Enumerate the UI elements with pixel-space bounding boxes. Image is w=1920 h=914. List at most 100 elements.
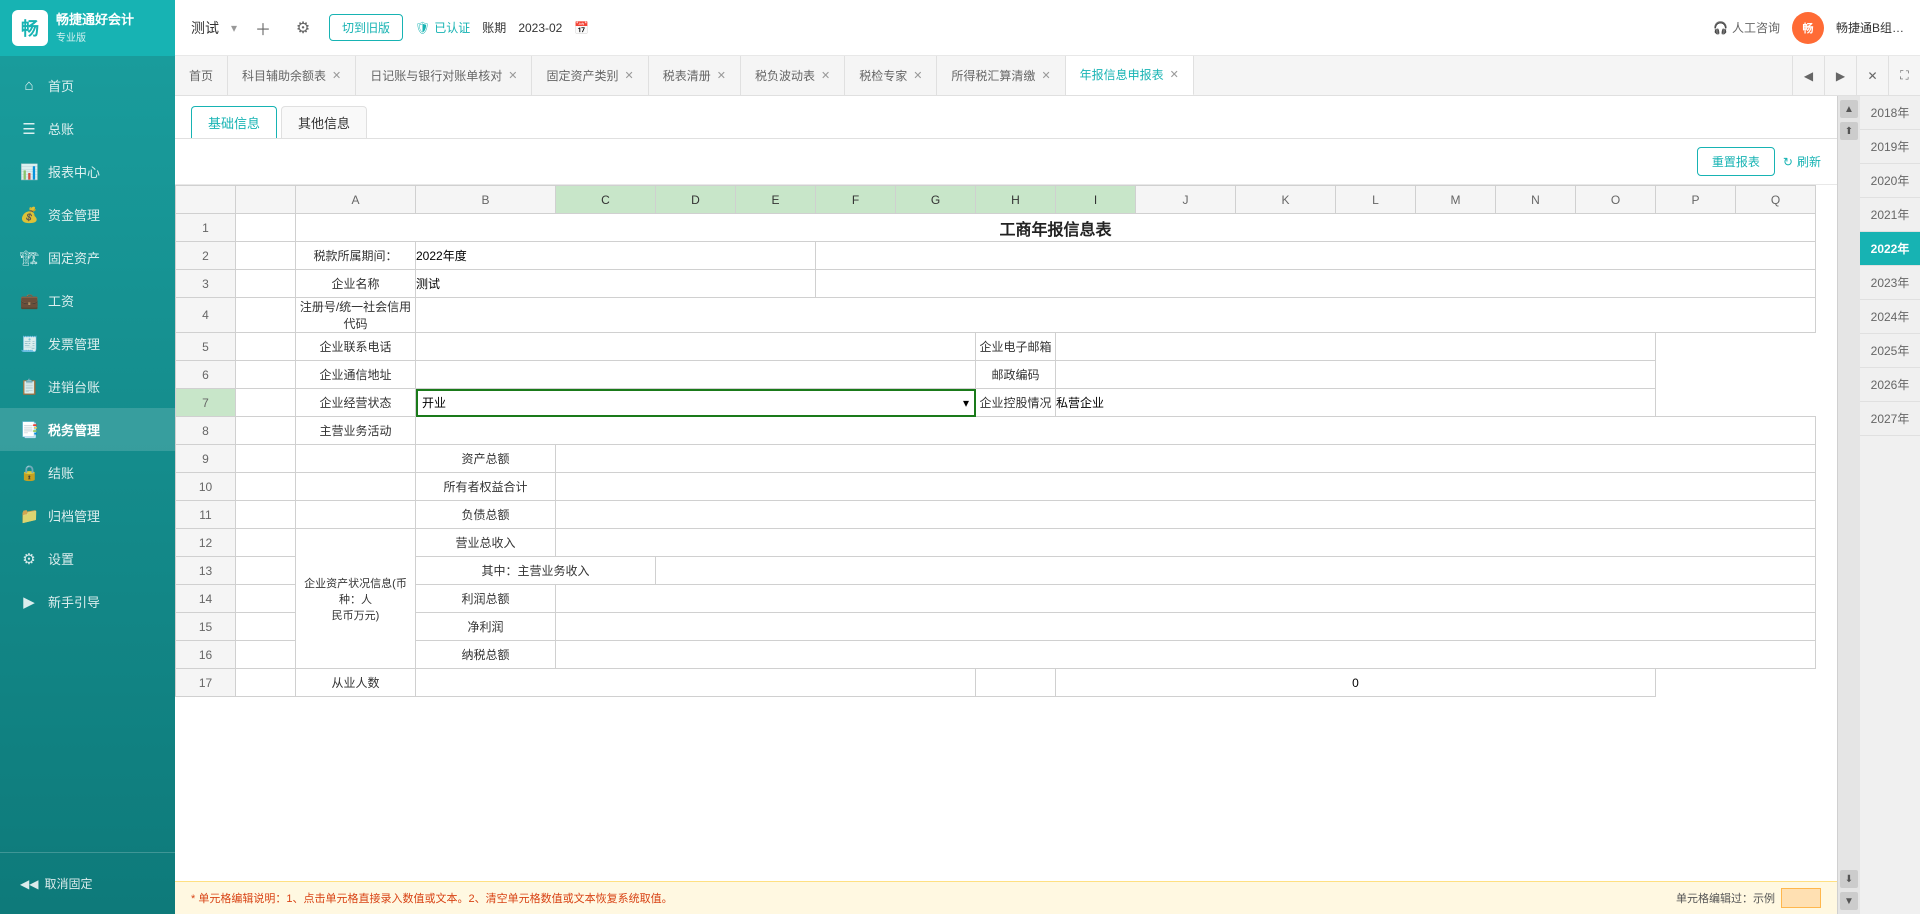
col-header-H[interactable]: H — [976, 186, 1056, 214]
cell-11-A[interactable] — [236, 501, 296, 529]
col-header-A[interactable]: A — [296, 186, 416, 214]
year-item-2023[interactable]: 2023年 — [1860, 266, 1920, 300]
cell-2-B[interactable]: 税款所属期间： — [296, 242, 416, 270]
cell-16-D[interactable] — [556, 641, 1816, 669]
cell-12-B[interactable]: 企业资产状况信息(币种：人 民币万元) — [296, 529, 416, 669]
tab-close-yearreport[interactable]: ✕ — [1170, 68, 1179, 81]
tab-incometax[interactable]: 所得税汇算清缴✕ — [937, 56, 1065, 96]
col-header-N[interactable]: N — [1496, 186, 1576, 214]
tab-home[interactable]: 首页 — [175, 56, 228, 96]
cell-10-A[interactable] — [236, 473, 296, 501]
cell-title[interactable]: 工商年报信息表 — [296, 214, 1816, 242]
year-item-2018[interactable]: 2018年 — [1860, 96, 1920, 130]
reset-report-button[interactable]: 重置报表 — [1697, 147, 1775, 176]
support-button[interactable]: 🎧 人工咨询 — [1713, 19, 1780, 36]
col-header-E[interactable]: E — [736, 186, 816, 214]
cell-6-K[interactable] — [1056, 361, 1656, 389]
sidebar-item-fund[interactable]: 💰资金管理 — [0, 193, 175, 236]
cell-12-C[interactable]: 营业总收入 — [416, 529, 556, 557]
tab-close-taxcheck[interactable]: ✕ — [913, 69, 922, 82]
cell-5-A[interactable] — [236, 333, 296, 361]
tab-expand-button[interactable]: ⛶ — [1888, 56, 1920, 96]
cell-11-D[interactable] — [556, 501, 1816, 529]
cell-16-A[interactable] — [236, 641, 296, 669]
cell-8-B[interactable]: 主营业务活动 — [296, 417, 416, 445]
cell-17-A[interactable] — [236, 669, 296, 697]
cell-17-B[interactable]: 从业人数 — [296, 669, 416, 697]
cell-16-C[interactable]: 纳税总额 — [416, 641, 556, 669]
year-item-2025[interactable]: 2025年 — [1860, 334, 1920, 368]
cell-11-B[interactable] — [296, 501, 416, 529]
cell-9-D[interactable] — [556, 445, 1816, 473]
cell-9-A[interactable] — [236, 445, 296, 473]
cell-12-A[interactable] — [236, 529, 296, 557]
col-header-J[interactable]: J — [1136, 186, 1236, 214]
cell-17-I[interactable] — [976, 669, 1056, 697]
refresh-button[interactable]: ↻ 刷新 — [1783, 153, 1821, 170]
cell-3-C[interactable]: 测试 — [416, 270, 816, 298]
cell-1-num[interactable] — [236, 214, 296, 242]
tab-aux[interactable]: 科目辅助余额表✕ — [228, 56, 356, 96]
cell-4-A[interactable] — [236, 298, 296, 333]
tab-close-incometax[interactable]: ✕ — [1041, 69, 1050, 82]
cell-15-A[interactable] — [236, 613, 296, 641]
cell-6-A[interactable] — [236, 361, 296, 389]
sidebar-item-close[interactable]: 🔒结账 — [0, 451, 175, 494]
col-header-C[interactable]: C — [556, 186, 656, 214]
cell-5-B[interactable]: 企业联系电话 — [296, 333, 416, 361]
cell-10-B[interactable] — [296, 473, 416, 501]
sidebar-item-home[interactable]: ⌂首页 — [0, 64, 175, 107]
cell-14-A[interactable] — [236, 585, 296, 613]
sidebar-item-tax[interactable]: 📑税务管理 — [0, 408, 175, 451]
year-item-2020[interactable]: 2020年 — [1860, 164, 1920, 198]
cell-5-K[interactable] — [1056, 333, 1656, 361]
spreadsheet-container[interactable]: A B C D E F G H I J K L M — [175, 185, 1837, 881]
col-header-G[interactable]: G — [896, 186, 976, 214]
cell-2-rest[interactable] — [816, 242, 1816, 270]
sidebar-item-purchase[interactable]: 📋进销台账 — [0, 365, 175, 408]
cell-15-D[interactable] — [556, 613, 1816, 641]
tab-close-taxwave[interactable]: ✕ — [821, 69, 830, 82]
cell-9-B[interactable] — [296, 445, 416, 473]
sidebar-item-ledger[interactable]: ☰总账 — [0, 107, 175, 150]
cell-7-C[interactable]: 开业 ▾ — [416, 389, 976, 417]
cell-10-C[interactable]: 所有者权益合计 — [416, 473, 556, 501]
cell-9-C[interactable]: 资产总额 — [416, 445, 556, 473]
cell-5-C[interactable] — [416, 333, 976, 361]
col-header-I[interactable]: I — [1056, 186, 1136, 214]
calendar-icon[interactable]: 📅 — [574, 21, 589, 35]
cell-2-A[interactable] — [236, 242, 296, 270]
cell-4-B[interactable]: 注册号/统一社会信用代码 — [296, 298, 416, 333]
year-expand-up-button[interactable]: ⬆ — [1840, 122, 1858, 140]
year-item-2022[interactable]: 2022年 — [1860, 232, 1920, 266]
sidebar-item-archive[interactable]: 📁归档管理 — [0, 494, 175, 537]
cell-3-B[interactable]: 企业名称 — [296, 270, 416, 298]
sidebar-item-salary[interactable]: 💼工资 — [0, 279, 175, 322]
cell-12-D[interactable] — [556, 529, 1816, 557]
year-scroll-up-button[interactable]: ▲ — [1840, 100, 1858, 118]
year-scroll-down-button[interactable]: ▼ — [1840, 892, 1858, 910]
cell-6-B[interactable]: 企业通信地址 — [296, 361, 416, 389]
tab-journal[interactable]: 日记账与银行对账单核对✕ — [356, 56, 532, 96]
sidebar-item-guide[interactable]: ▶新手引导 — [0, 580, 175, 623]
col-header-D[interactable]: D — [656, 186, 736, 214]
col-header-K[interactable]: K — [1236, 186, 1336, 214]
year-item-2021[interactable]: 2021年 — [1860, 198, 1920, 232]
cell-17-C[interactable] — [416, 669, 976, 697]
cell-7-A[interactable] — [236, 389, 296, 417]
tab-prev-button[interactable]: ◀ — [1792, 56, 1824, 96]
col-header-O[interactable]: O — [1576, 186, 1656, 214]
col-header-B[interactable]: B — [416, 186, 556, 214]
sidebar-item-settings[interactable]: ⚙设置 — [0, 537, 175, 580]
tab-asset[interactable]: 固定资产类别✕ — [532, 56, 648, 96]
tab-next-button[interactable]: ▶ — [1824, 56, 1856, 96]
col-header-M[interactable]: M — [1416, 186, 1496, 214]
year-item-2026[interactable]: 2026年 — [1860, 368, 1920, 402]
subtab-other[interactable]: 其他信息 — [281, 106, 367, 138]
tab-taxwave[interactable]: 税负波动表✕ — [741, 56, 845, 96]
cell-3-rest[interactable] — [816, 270, 1816, 298]
year-item-2024[interactable]: 2024年 — [1860, 300, 1920, 334]
cell-13-C[interactable]: 其中：主营业务收入 — [416, 557, 656, 585]
subtab-basic[interactable]: 基础信息 — [191, 106, 277, 138]
cell-15-C[interactable]: 净利润 — [416, 613, 556, 641]
